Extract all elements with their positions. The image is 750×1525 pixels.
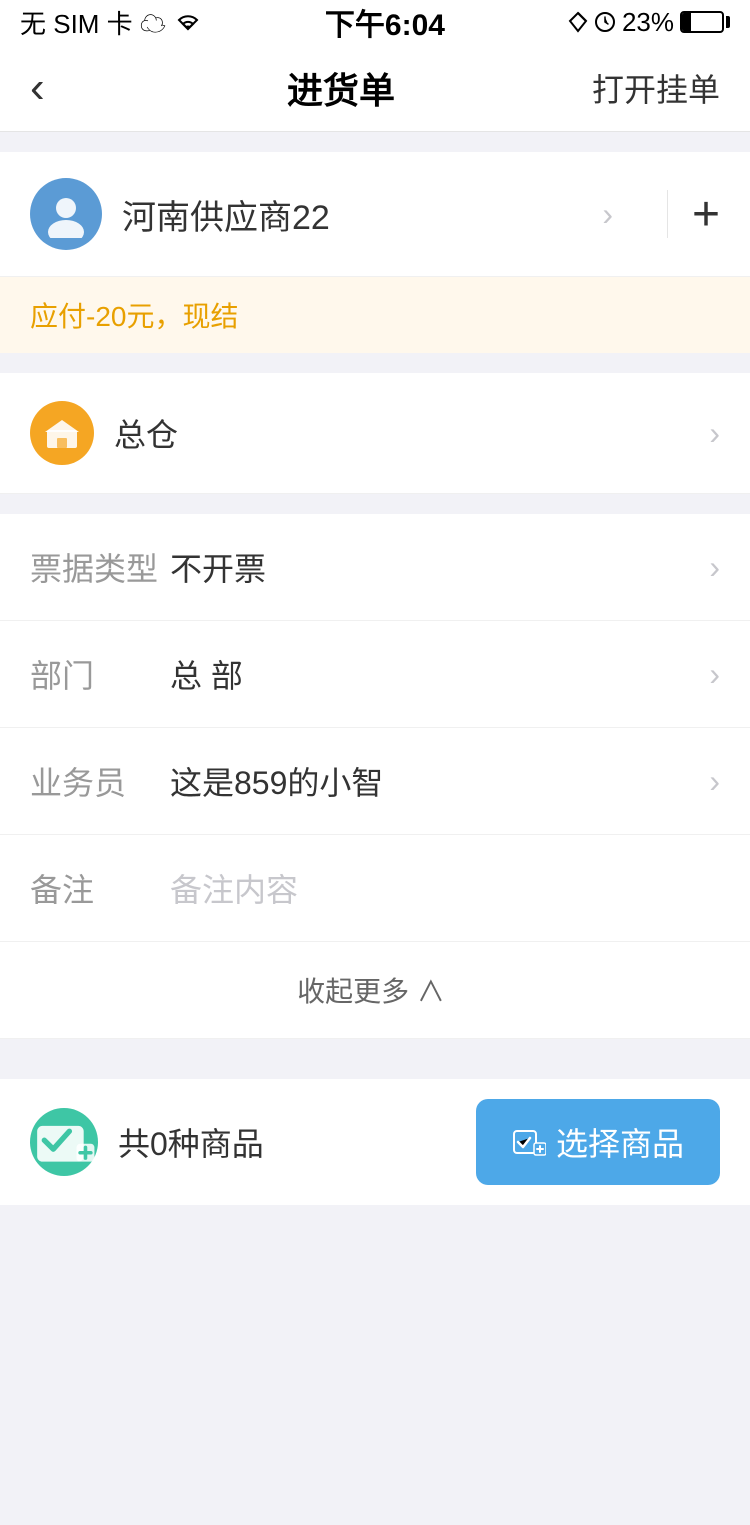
collapse-button[interactable]: 收起更多 ∧ — [0, 942, 750, 1039]
supplier-arrow-icon — [602, 196, 613, 233]
remark-input[interactable]: 备注内容 — [170, 865, 720, 911]
department-row[interactable]: 部门 总 部 — [0, 621, 750, 728]
salesperson-arrow-icon — [709, 763, 720, 800]
open-pending-button[interactable]: 打开挂单 — [592, 65, 720, 111]
status-bar: 无 SIM 卡 ☁ 下午6:04 23% — [0, 0, 750, 44]
status-right: 23% — [568, 7, 730, 38]
product-bar: 共0种商品 选择商品 — [0, 1079, 750, 1205]
status-left: 无 SIM 卡 ☁ — [20, 4, 202, 41]
remark-label: 备注 — [30, 865, 170, 911]
invoice-type-label: 票据类型 — [30, 544, 170, 590]
invoice-type-arrow-icon — [709, 549, 720, 586]
supplier-row[interactable]: 河南供应商22 + — [0, 152, 750, 277]
battery-percent: 23% — [622, 7, 674, 38]
invoice-type-value: 不开票 — [170, 544, 709, 590]
notice-bar: 应付-20元，现结 — [0, 277, 750, 353]
gap-3 — [0, 494, 750, 514]
gap-2 — [0, 353, 750, 373]
select-product-button[interactable]: 选择商品 — [476, 1099, 720, 1185]
select-product-label: 选择商品 — [556, 1119, 684, 1165]
no-sim-text: 无 SIM 卡 ☁ — [20, 4, 166, 41]
avatar — [30, 178, 102, 250]
salesperson-row[interactable]: 业务员 这是859的小智 — [0, 728, 750, 835]
location-icon — [568, 11, 588, 33]
supplier-section: 河南供应商22 + 应付-20元，现结 — [0, 152, 750, 353]
salesperson-value: 这是859的小智 — [170, 758, 709, 804]
collapse-label: 收起更多 ∧ — [297, 970, 445, 1010]
page-background — [0, 1205, 750, 1525]
warehouse-row[interactable]: 总仓 — [0, 373, 750, 494]
back-button[interactable]: ‹ — [30, 63, 90, 113]
warehouse-arrow-icon — [709, 415, 720, 452]
invoice-type-row[interactable]: 票据类型 不开票 — [0, 514, 750, 621]
gap-1 — [0, 132, 750, 152]
divider — [667, 190, 668, 238]
supplier-name: 河南供应商22 — [122, 190, 602, 239]
gap-4 — [0, 1039, 750, 1059]
fields-section: 票据类型 不开票 部门 总 部 业务员 这是859的小智 备注 备注内容 收起更… — [0, 514, 750, 1039]
warehouse-section: 总仓 — [0, 373, 750, 494]
department-label: 部门 — [30, 651, 170, 697]
page-title: 进货单 — [287, 62, 395, 114]
warehouse-icon-bg — [30, 401, 94, 465]
remark-row[interactable]: 备注 备注内容 — [0, 835, 750, 942]
department-arrow-icon — [709, 656, 720, 693]
warehouse-name: 总仓 — [114, 410, 709, 456]
department-value: 总 部 — [170, 651, 709, 697]
select-product-icon — [512, 1125, 546, 1159]
salesperson-label: 业务员 — [30, 758, 170, 804]
add-supplier-button[interactable]: + — [692, 187, 720, 242]
product-icon-bg — [30, 1108, 98, 1176]
clock-icon — [594, 11, 616, 33]
status-time: 下午6:04 — [325, 0, 445, 44]
product-count-text: 共0种商品 — [118, 1119, 476, 1165]
wifi-icon — [174, 11, 202, 33]
nav-bar: ‹ 进货单 打开挂单 — [0, 44, 750, 132]
battery-icon — [680, 11, 730, 33]
